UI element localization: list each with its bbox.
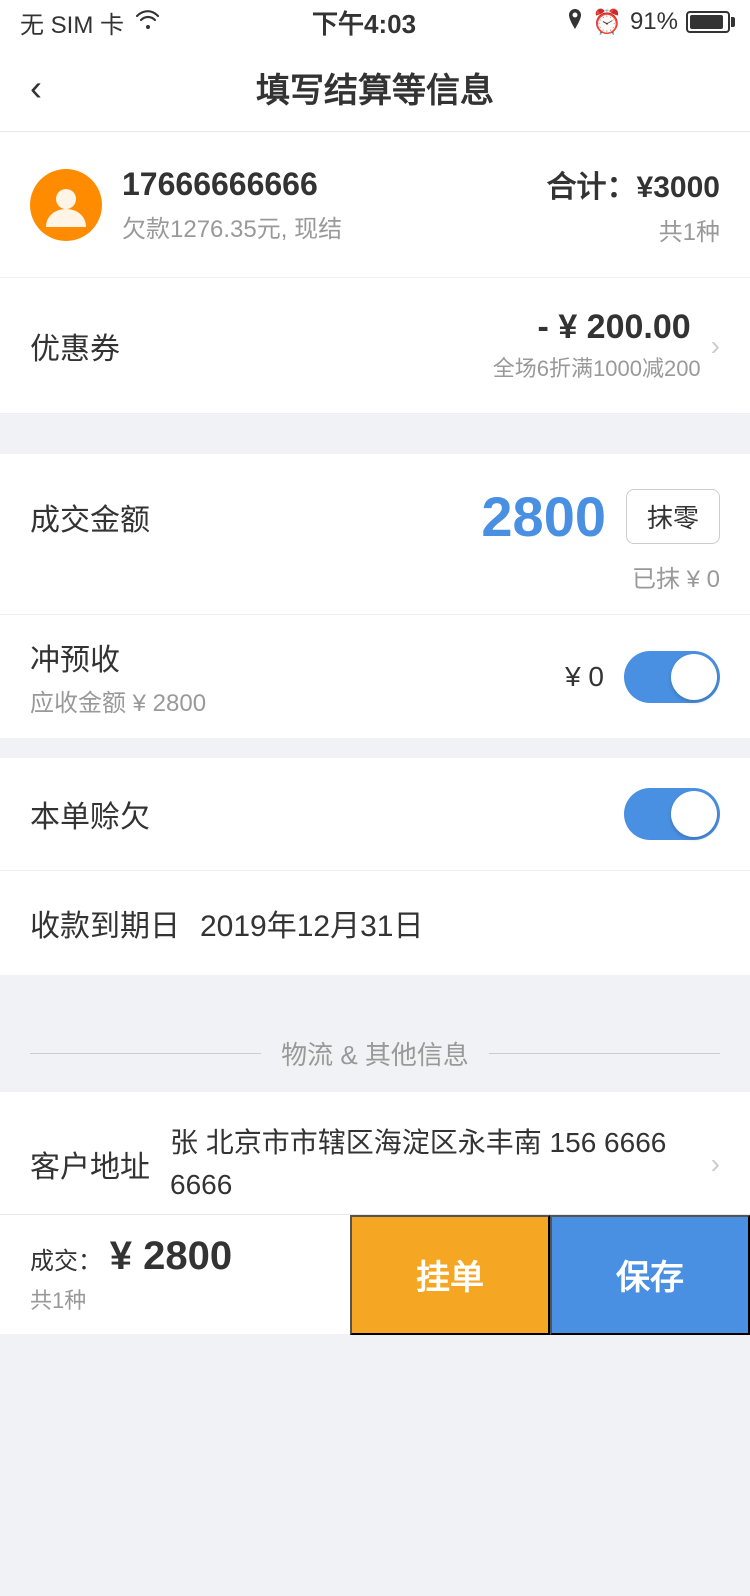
battery-icon xyxy=(686,11,730,33)
coupon-discount: - ¥ 200.00 xyxy=(493,308,691,347)
deal-amount-label: 成交金额 xyxy=(30,495,150,539)
deal-sub: 已抹 ¥ 0 xyxy=(0,559,750,614)
status-bar: 无 SIM 卡 下午4:03 ⏰ 91% xyxy=(0,0,750,44)
coupon-right-wrap: - ¥ 200.00 全场6折满1000减200 xyxy=(493,308,701,383)
debt-label: 本单赊欠 xyxy=(30,792,150,836)
status-left: 无 SIM 卡 xyxy=(20,5,162,40)
back-button[interactable]: ‹ xyxy=(30,67,42,109)
total-amount: 合计：¥3000 xyxy=(547,162,720,206)
customer-info: 17666666666 欠款1276.35元, 现结 xyxy=(122,166,547,244)
prepay-sub: 应收金额 ¥ 2800 xyxy=(30,683,206,718)
address-label: 客户地址 xyxy=(30,1142,150,1186)
customer-card: 17666666666 欠款1276.35元, 现结 合计：¥3000 共1种 … xyxy=(0,132,750,414)
bottom-deal-amount: ¥ 2800 xyxy=(110,1234,232,1278)
prepay-label: 冲预收 xyxy=(30,635,206,679)
logistics-label: 物流 & 其他信息 xyxy=(261,1035,489,1072)
due-date-value: 2019年12月31日 xyxy=(200,901,423,945)
no-sim-label: 无 SIM 卡 xyxy=(20,5,124,40)
hang-button[interactable]: 挂单 xyxy=(350,1215,550,1335)
divider-line-right xyxy=(489,1053,720,1054)
nav-title: 填写结算等信息 xyxy=(256,63,494,112)
debt-row: 本单赊欠 xyxy=(0,758,750,870)
deal-right: 2800 抹零 xyxy=(481,484,720,549)
customer-total: 合计：¥3000 共1种 xyxy=(547,162,720,247)
bottom-deal-count: 共1种 xyxy=(30,1283,320,1315)
status-time: 下午4:03 xyxy=(312,4,416,41)
prepay-toggle-knob xyxy=(671,654,717,700)
prepay-left: 冲预收 应收金额 ¥ 2800 xyxy=(30,635,206,718)
bottom-summary: 成交： ¥ 2800 共1种 xyxy=(0,1234,350,1315)
logistics-divider: 物流 & 其他信息 xyxy=(0,1015,750,1092)
coupon-label: 优惠券 xyxy=(30,324,120,368)
prepay-value: ¥ 0 xyxy=(565,661,604,693)
coupon-row[interactable]: 优惠券 - ¥ 200.00 全场6折满1000减200 › xyxy=(0,278,750,414)
address-chevron-icon: › xyxy=(711,1148,720,1180)
content-spacer xyxy=(0,1456,750,1596)
alarm-icon: ⏰ xyxy=(592,8,622,37)
prepay-row: 冲预收 应收金额 ¥ 2800 ¥ 0 xyxy=(0,614,750,738)
divider-1 xyxy=(0,434,750,454)
total-count: 共1种 xyxy=(547,212,720,247)
round-button[interactable]: 抹零 xyxy=(626,489,720,544)
prepay-right: ¥ 0 xyxy=(565,651,720,703)
coupon-right: - ¥ 200.00 全场6折满1000减200 › xyxy=(493,308,720,383)
divider-2 xyxy=(0,738,750,758)
due-date-row: 收款到期日 2019年12月31日 xyxy=(0,870,750,975)
deal-amount-row: 成交金额 2800 抹零 xyxy=(0,454,750,559)
bottom-bar: 成交： ¥ 2800 共1种 挂单 保存 xyxy=(0,1214,750,1334)
nav-bar: ‹ 填写结算等信息 xyxy=(0,44,750,132)
location-icon xyxy=(566,8,584,36)
battery-label: 91% xyxy=(630,8,678,36)
divider-3 xyxy=(0,995,750,1015)
avatar xyxy=(30,169,102,241)
customer-phone: 17666666666 xyxy=(122,166,547,203)
customer-sub: 欠款1276.35元, 现结 xyxy=(122,209,547,244)
save-button[interactable]: 保存 xyxy=(550,1215,750,1335)
bottom-deal-label: 成交： xyxy=(30,1248,102,1275)
due-date-label: 收款到期日 xyxy=(30,901,180,945)
deal-amount-value: 2800 xyxy=(481,484,606,549)
debt-card: 本单赊欠 收款到期日 2019年12月31日 xyxy=(0,758,750,975)
wifi-icon xyxy=(134,8,162,36)
customer-row: 17666666666 欠款1276.35元, 现结 合计：¥3000 共1种 xyxy=(0,132,750,278)
deal-amount-section: 成交金额 2800 抹零 已抹 ¥ 0 冲预收 应收金额 ¥ 2800 ¥ 0 xyxy=(0,454,750,738)
coupon-chevron-icon: › xyxy=(711,330,720,362)
coupon-desc: 全场6折满1000减200 xyxy=(493,351,701,383)
prepay-toggle[interactable] xyxy=(624,651,720,703)
debt-toggle-knob xyxy=(671,791,717,837)
bottom-deal-row: 成交： ¥ 2800 xyxy=(30,1234,320,1279)
address-value: 张 北京市市辖区海淀区永丰南 156 6666 6666 xyxy=(170,1122,701,1206)
debt-toggle[interactable] xyxy=(624,788,720,840)
status-right: ⏰ 91% xyxy=(566,8,730,37)
divider-line-left xyxy=(30,1053,261,1054)
